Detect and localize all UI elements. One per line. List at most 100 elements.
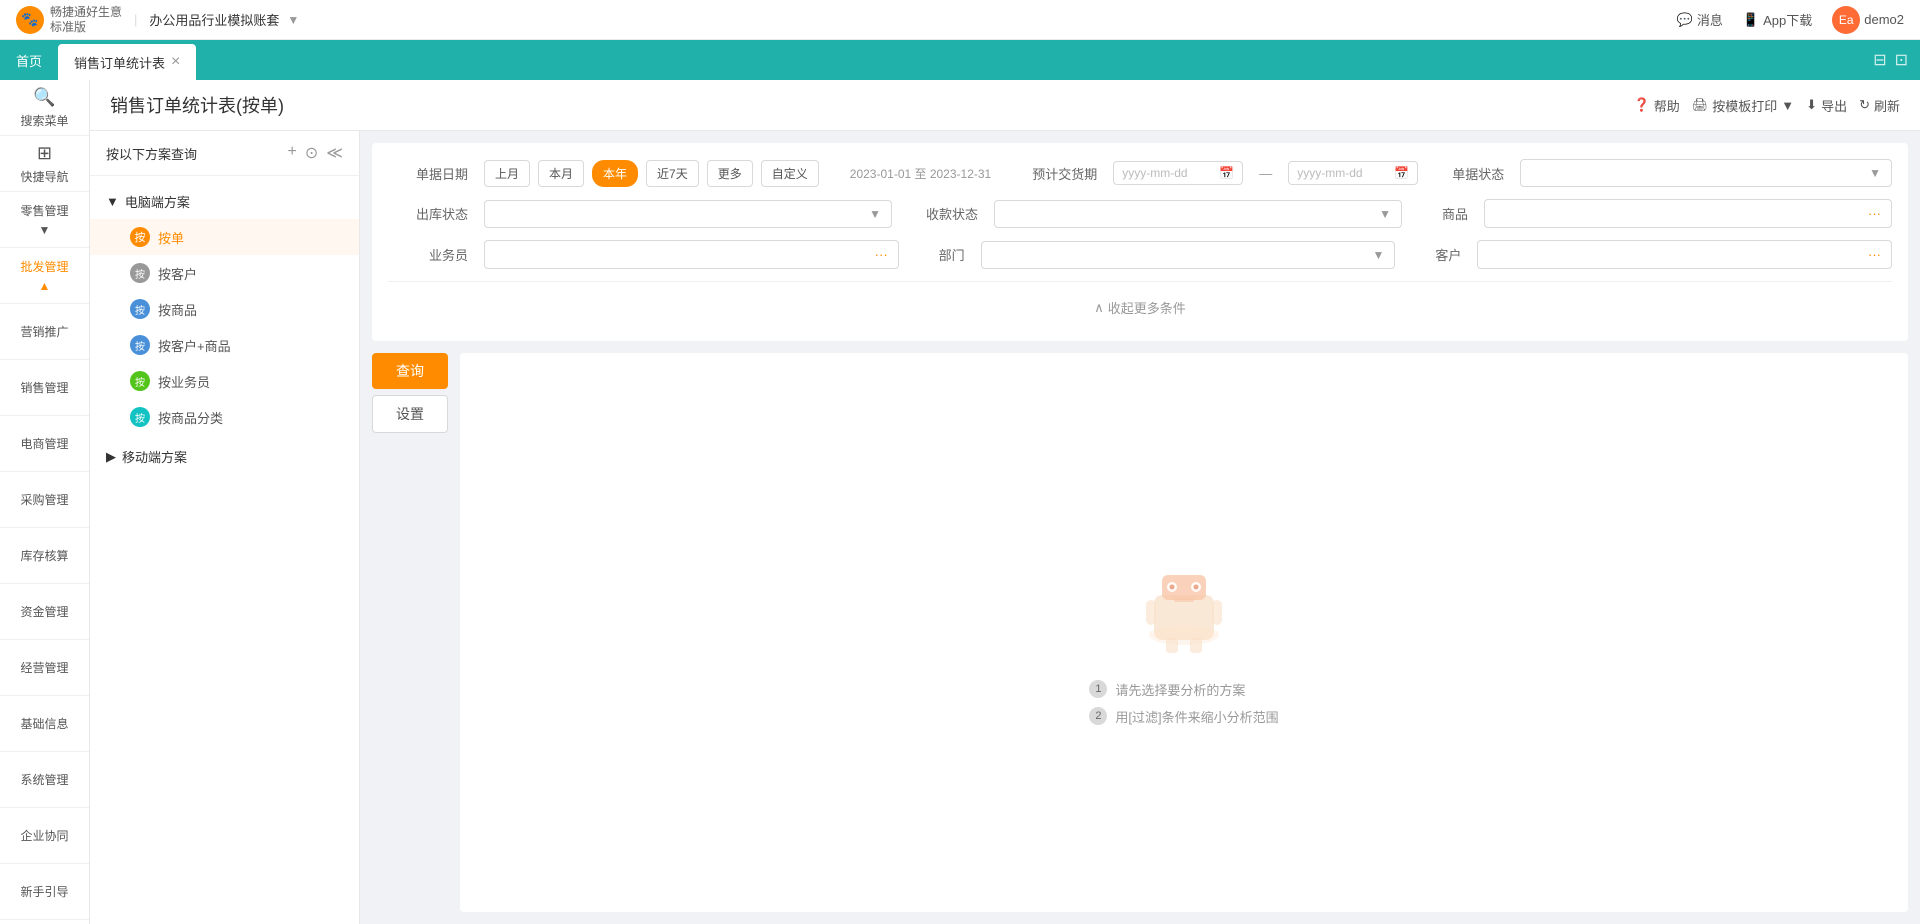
tab-sales-order[interactable]: 销售订单统计表 × [58, 44, 196, 80]
salesperson-input[interactable]: ··· [484, 240, 899, 269]
tab-bar: 首页 销售订单统计表 × ⊟ ⊡ [0, 40, 1920, 80]
app-download-button[interactable]: 📱 App下载 [1743, 10, 1812, 29]
empty-tip-2: 2 用[过滤]条件来缩小分析范围 [1089, 707, 1278, 726]
outbound-status-select[interactable]: ▼ [484, 200, 892, 228]
collapse-icon: ∧ [1094, 300, 1104, 316]
goods-label: 商品 [1418, 204, 1468, 223]
outbound-label: 出库状态 [388, 204, 468, 223]
export-button[interactable]: ⬇ 导出 [1806, 96, 1847, 115]
help-button[interactable]: ❓ 帮助 [1634, 96, 1680, 115]
empty-state: 1 请先选择要分析的方案 2 用[过滤]条件来缩小分析范围 [460, 353, 1908, 912]
sidebar-item-basic-info[interactable]: 基础信息 [0, 696, 89, 752]
sidebar-item-enterprise[interactable]: 企业协同 [0, 808, 89, 864]
sidebar-item-quick-nav[interactable]: ⊞ 快捷导航 [0, 136, 89, 192]
sidebar-item-operations[interactable]: 经营管理 [0, 640, 89, 696]
print-dropdown-icon: ▼ [1781, 98, 1794, 113]
export-icon: ⬇ [1806, 97, 1817, 113]
receipt-status-select[interactable]: ▼ [994, 200, 1402, 228]
tree-child-by-goods[interactable]: 按 按商品 [90, 291, 359, 327]
tip-number-2: 2 [1089, 707, 1107, 725]
collapse-more-conditions[interactable]: ∧ 收起更多条件 [1086, 290, 1194, 325]
phone-icon: 📱 [1743, 12, 1759, 28]
search-icon: 🔍 [33, 87, 55, 108]
scheme-icon-customer-goods: 按 [130, 335, 150, 355]
sidebar-item-app-center[interactable]: 应用中心 [0, 920, 89, 924]
receipt-label: 收款状态 [908, 204, 978, 223]
goods-more-icon[interactable]: ··· [1868, 206, 1881, 221]
salesperson-label: 业务员 [388, 245, 468, 264]
custom-date-btn[interactable]: 自定义 [761, 160, 819, 187]
filter-row-2: 出库状态 ▼ 收款状态 ▼ 商品 ··· [388, 199, 1892, 228]
tab-actions: ⊟ ⊡ [1861, 50, 1920, 70]
date-button-group: 上月 本月 本年 近7天 更多 自定义 [484, 160, 834, 187]
tab-expand-icon[interactable]: ⊡ [1895, 50, 1908, 70]
scheme-icon-customer: 按 [130, 263, 150, 283]
sidebar-item-search[interactable]: 🔍 搜索菜单 [0, 80, 89, 136]
tree-child-by-salesperson[interactable]: 按 按业务员 [90, 363, 359, 399]
sidebar-item-inventory[interactable]: 库存核算 [0, 528, 89, 584]
help-icon: ❓ [1634, 97, 1650, 113]
tree-child-by-category[interactable]: 按 按商品分类 [90, 399, 359, 435]
template-print-button[interactable]: 🖨 按模板打印 ▼ [1692, 96, 1794, 115]
sidebar-item-marketing[interactable]: 营销推广 [0, 304, 89, 360]
date-label: 单据日期 [388, 164, 468, 183]
sidebar-item-purchase[interactable]: 采购管理 [0, 472, 89, 528]
tree-child-by-order[interactable]: 按 按单 [90, 219, 359, 255]
tree-parent-pc[interactable]: ▼ 电脑端方案 [90, 184, 359, 219]
tree-parent-mobile[interactable]: ▶ 移动端方案 [90, 439, 359, 474]
print-icon: 🖨 [1692, 97, 1709, 113]
user-profile[interactable]: Ea demo2 [1832, 6, 1904, 34]
query-button[interactable]: 查询 [372, 353, 448, 389]
salesperson-more-icon[interactable]: ··· [875, 247, 888, 262]
breadcrumb-dropdown-icon[interactable]: ▼ [287, 13, 299, 27]
last-month-btn[interactable]: 上月 [484, 160, 530, 187]
left-panel-icons: + ⊙ ≪ [288, 143, 344, 163]
add-scheme-icon[interactable]: + [288, 143, 297, 163]
sidebar-item-new-user[interactable]: 新手引导 [0, 864, 89, 920]
doc-status-select[interactable]: ▼ [1520, 159, 1892, 187]
customer-more-icon[interactable]: ··· [1868, 247, 1881, 262]
page-header: 销售订单统计表(按单) ❓ 帮助 🖨 按模板打印 ▼ ⬇ 导出 ↻ 刷新 [90, 80, 1920, 131]
filter-row-1: 单据日期 上月 本月 本年 近7天 更多 自定义 2023-01-01 至 20… [388, 159, 1892, 187]
left-panel: 按以下方案查询 + ⊙ ≪ ▼ 电脑端方案 按 按单 [90, 131, 360, 924]
message-button[interactable]: 💬 消息 [1677, 10, 1723, 29]
message-icon: 💬 [1677, 12, 1693, 28]
content-area: 销售订单统计表(按单) ❓ 帮助 🖨 按模板打印 ▼ ⬇ 导出 ↻ 刷新 [90, 80, 1920, 924]
this-month-btn[interactable]: 本月 [538, 160, 584, 187]
tree-parent-label: 电脑端方案 [125, 192, 190, 211]
empty-tips: 1 请先选择要分析的方案 2 用[过滤]条件来缩小分析范围 [1089, 680, 1278, 726]
left-panel-header: 按以下方案查询 + ⊙ ≪ [90, 131, 359, 176]
settings-scheme-icon[interactable]: ⊙ [305, 143, 318, 163]
tab-close-icon[interactable]: × [171, 53, 180, 71]
sidebar-item-wholesale[interactable]: 批发管理 ▲ [0, 248, 89, 304]
scheme-icon-category: 按 [130, 407, 150, 427]
tree-child-by-customer[interactable]: 按 按客户 [90, 255, 359, 291]
sidebar-item-retail[interactable]: 零售管理 ▼ [0, 192, 89, 248]
tree-child-by-customer-goods[interactable]: 按 按客户+商品 [90, 327, 359, 363]
settings-button[interactable]: 设置 [372, 395, 448, 433]
date-range-text: 2023-01-01 至 2023-12-31 [850, 165, 991, 182]
tree-expand-icon: ▼ [106, 194, 119, 209]
goods-input[interactable]: ··· [1484, 199, 1892, 228]
date-separator: — [1259, 166, 1272, 181]
delivery-date-to[interactable]: yyyy-mm-dd 📅 [1288, 161, 1418, 185]
tab-minimize-icon[interactable]: ⊟ [1873, 50, 1886, 70]
empty-illustration [1124, 540, 1244, 660]
sidebar-item-finance[interactable]: 资金管理 [0, 584, 89, 640]
refresh-button[interactable]: ↻ 刷新 [1859, 96, 1900, 115]
sidebar-item-sales-mgmt[interactable]: 销售管理 [0, 360, 89, 416]
delivery-date-from[interactable]: yyyy-mm-dd 📅 [1113, 161, 1243, 185]
dept-select[interactable]: ▼ [981, 241, 1396, 269]
last-7days-btn[interactable]: 近7天 [646, 160, 699, 187]
top-bar: 🐾 畅捷通好生意 标准版 | 办公用品行业模拟账套 ▼ 💬 消息 📱 App下载… [0, 0, 1920, 40]
this-year-btn[interactable]: 本年 [592, 160, 638, 187]
scheme-icon-goods: 按 [130, 299, 150, 319]
logo-icon: 🐾 [16, 6, 44, 34]
more-dates-btn[interactable]: 更多 [707, 160, 753, 187]
customer-input[interactable]: ··· [1477, 240, 1892, 269]
collapse-panel-icon[interactable]: ≪ [326, 143, 343, 163]
tab-home[interactable]: 首页 [0, 40, 58, 80]
sidebar-item-system[interactable]: 系统管理 [0, 752, 89, 808]
filter-section: 单据日期 上月 本月 本年 近7天 更多 自定义 2023-01-01 至 20… [372, 143, 1908, 341]
sidebar-item-ecom[interactable]: 电商管理 [0, 416, 89, 472]
